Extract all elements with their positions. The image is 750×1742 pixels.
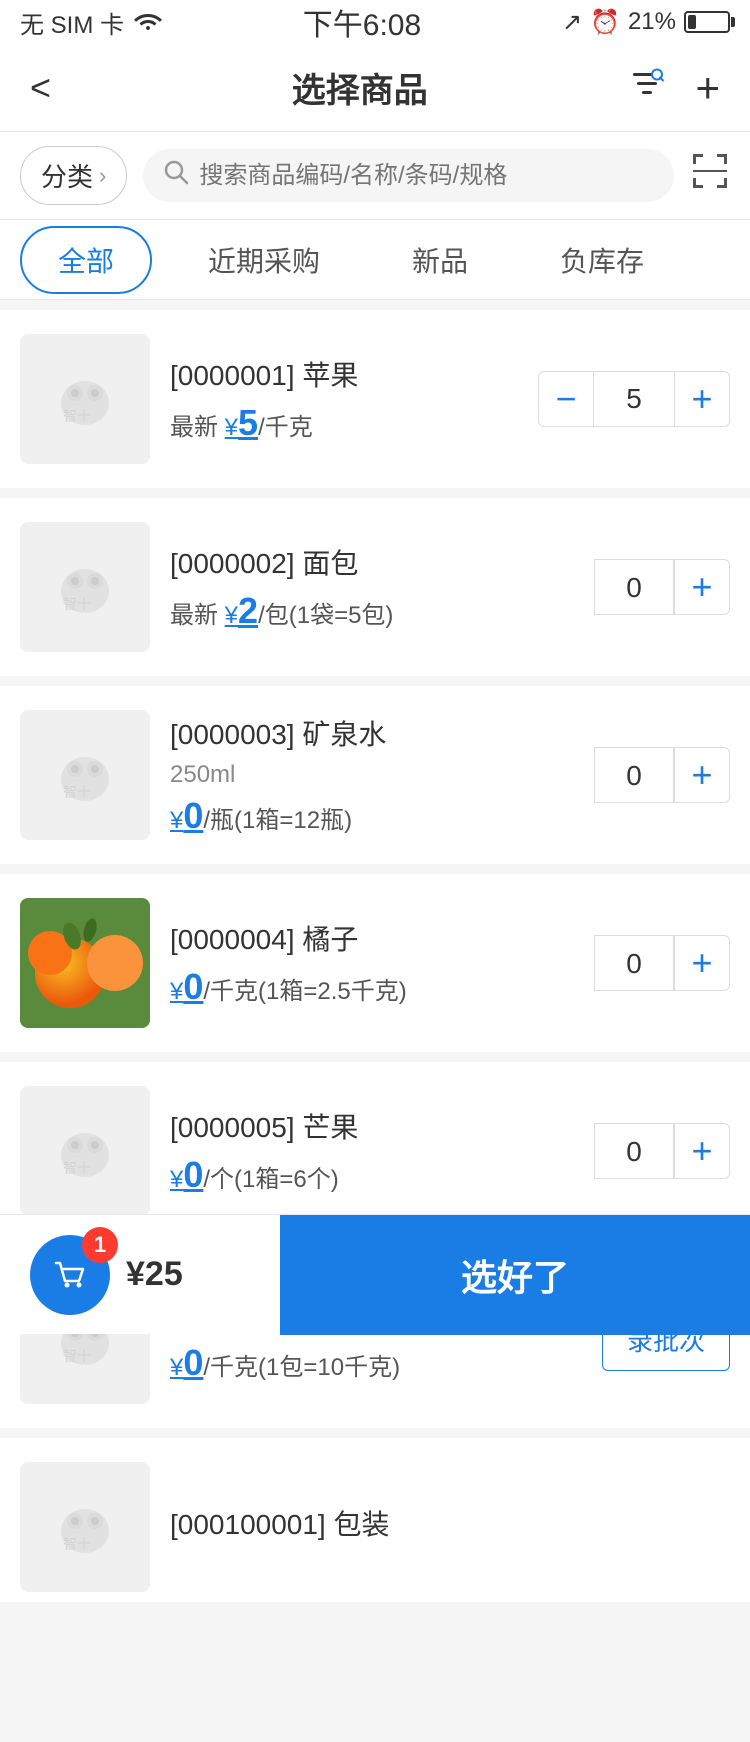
svg-text:智十: 智十 <box>63 596 91 612</box>
product-price: ¥0/瓶(1箱=12瓶) <box>170 795 574 837</box>
product-image-0000003: 智十 <box>20 710 150 840</box>
nav-bar: < 选择商品 + <box>0 44 750 132</box>
list-item: 智十 [0000002] 面包 最新 ¥2/包(1袋=5包) 0 + <box>0 498 750 686</box>
svg-text:智十: 智十 <box>63 1536 91 1552</box>
product-info-0000004: [0000004] 橘子 ¥0/千克(1箱=2.5千克) <box>170 918 574 1008</box>
category-chevron: › <box>99 163 106 189</box>
qty-minus-button[interactable]: − <box>538 371 594 427</box>
list-item: 智十 [0000001] 苹果 最新 ¥5/千克 − + <box>0 310 750 498</box>
status-left: 无 SIM 卡 <box>20 5 162 40</box>
qty-plus-button[interactable]: + <box>674 747 730 803</box>
qty-plus-button[interactable]: + <box>674 935 730 991</box>
list-item: [0000004] 橘子 ¥0/千克(1箱=2.5千克) 0 + <box>0 874 750 1062</box>
product-image-0000002: 智十 <box>20 522 150 652</box>
qty-control-0000003[interactable]: 0 + <box>594 747 730 803</box>
location-icon: ↗ <box>562 8 582 37</box>
product-name: [0000003] 矿泉水 <box>170 713 574 753</box>
status-time: 下午6:08 <box>303 0 421 44</box>
tab-recent[interactable]: 近期采购 <box>172 228 356 292</box>
filter-row: 分类 › <box>0 132 750 220</box>
cart-badge: 1 <box>82 1227 118 1263</box>
product-name: [0000004] 橘子 <box>170 918 574 958</box>
product-name: [0000001] 苹果 <box>170 354 518 394</box>
product-price: ¥0/千克(1箱=2.5千克) <box>170 966 574 1008</box>
product-price: 最新 ¥2/包(1袋=5包) <box>170 590 574 632</box>
product-image-0000001: 智十 <box>20 334 150 464</box>
filter-icon[interactable] <box>629 65 665 110</box>
qty-control-0000005[interactable]: 0 + <box>594 1123 730 1179</box>
cart-button[interactable]: 1 <box>30 1235 110 1315</box>
page-title: 选择商品 <box>292 63 428 112</box>
battery-percent: 21% <box>628 8 676 36</box>
qty-control-0000001[interactable]: − + <box>538 371 730 427</box>
status-bar: 无 SIM 卡 下午6:08 ↗ ⏰ 21% <box>0 0 750 44</box>
tab-all[interactable]: 全部 <box>20 226 152 294</box>
qty-plus-button[interactable]: + <box>674 559 730 615</box>
tab-new[interactable]: 新品 <box>376 228 504 292</box>
list-item: 智十 [000100001] 包装 <box>0 1438 750 1602</box>
product-image-0000005: 智十 <box>20 1086 150 1216</box>
wifi-icon <box>134 8 162 37</box>
qty-value: 0 <box>594 935 674 991</box>
tab-row: 全部 近期采购 新品 负库存 <box>0 220 750 300</box>
product-image-000100001: 智十 <box>20 1462 150 1592</box>
add-icon[interactable]: + <box>695 67 720 109</box>
list-item: 智十 [0000003] 矿泉水 250ml ¥0/瓶(1箱=12瓶) 0 + <box>0 686 750 874</box>
product-name: [0000002] 面包 <box>170 542 574 582</box>
qty-value: 0 <box>594 1123 674 1179</box>
svg-text:智十: 智十 <box>63 1348 91 1364</box>
product-price: ¥0/千克(1包=10千克) <box>170 1342 582 1384</box>
product-info-0000001: [0000001] 苹果 最新 ¥5/千克 <box>170 354 518 444</box>
nav-actions: + <box>629 65 720 110</box>
svg-text:智十: 智十 <box>63 1160 91 1176</box>
qty-value: 0 <box>594 747 674 803</box>
qty-value: 0 <box>594 559 674 615</box>
qty-plus-button[interactable]: + <box>674 371 730 427</box>
svg-text:智十: 智十 <box>63 784 91 800</box>
category-label: 分类 <box>41 157 93 194</box>
alarm-icon: ⏰ <box>590 8 620 37</box>
back-button[interactable]: < <box>30 67 90 109</box>
qty-input[interactable] <box>594 371 674 427</box>
search-icon <box>163 159 189 192</box>
product-image-0000004 <box>20 898 150 1028</box>
qty-control-0000002[interactable]: 0 + <box>594 559 730 615</box>
bottom-bar: 1 ¥25 选好了 <box>0 1214 750 1334</box>
cart-total: ¥25 <box>126 1255 183 1294</box>
product-info-0000005: [0000005] 芒果 ¥0/个(1箱=6个) <box>170 1106 574 1196</box>
search-bar[interactable] <box>143 149 674 202</box>
search-input[interactable] <box>199 162 654 190</box>
qty-control-0000004[interactable]: 0 + <box>594 935 730 991</box>
product-list: 智十 [0000001] 苹果 最新 ¥5/千克 − + <box>0 310 750 1742</box>
status-right: ↗ ⏰ 21% <box>562 8 730 37</box>
product-price: 最新 ¥5/千克 <box>170 402 518 444</box>
product-spec: 250ml <box>170 761 574 789</box>
product-name: [000100001] 包装 <box>170 1503 730 1543</box>
carrier-label: 无 SIM 卡 <box>20 5 124 40</box>
category-button[interactable]: 分类 › <box>20 146 127 205</box>
product-info-0000003: [0000003] 矿泉水 250ml ¥0/瓶(1箱=12瓶) <box>170 713 574 837</box>
battery-icon <box>684 11 730 33</box>
product-info-0000002: [0000002] 面包 最新 ¥2/包(1袋=5包) <box>170 542 574 632</box>
product-info-000100001: [000100001] 包装 <box>170 1503 730 1551</box>
confirm-button[interactable]: 选好了 <box>280 1215 750 1335</box>
tab-negative[interactable]: 负库存 <box>524 228 680 292</box>
svg-text:智十: 智十 <box>63 408 91 424</box>
cart-area: 1 ¥25 <box>0 1235 280 1315</box>
scan-icon[interactable] <box>690 151 730 200</box>
qty-plus-button[interactable]: + <box>674 1123 730 1179</box>
product-name: [0000005] 芒果 <box>170 1106 574 1146</box>
product-price: ¥0/个(1箱=6个) <box>170 1154 574 1196</box>
